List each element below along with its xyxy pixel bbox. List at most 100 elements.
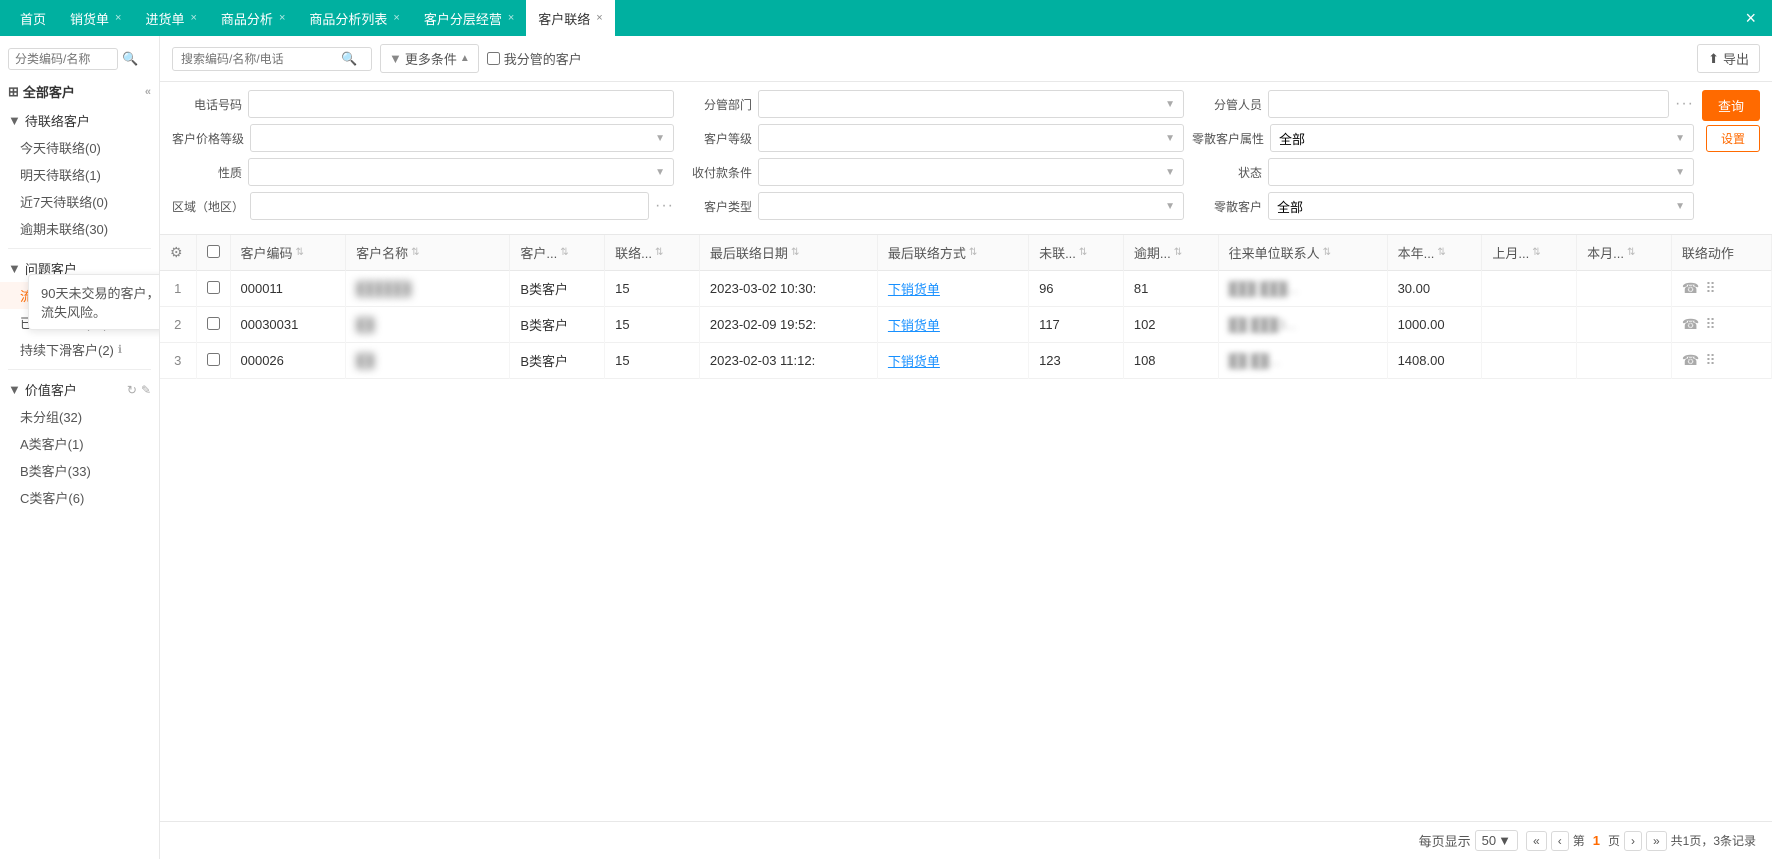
data-table-container: ⚙ 客户编码⇅ 客户名称⇅ 客户...⇅ — [160, 235, 1772, 821]
tab-goods-analysis[interactable]: 商品分析 × — [209, 0, 297, 36]
next-page-button[interactable]: › — [1624, 831, 1642, 851]
filter-cell-payment: 收付款条件 ▼ — [682, 158, 1184, 186]
value-edit-icon[interactable]: ✎ — [141, 383, 151, 397]
prev-page-button[interactable]: ‹ — [1551, 831, 1569, 851]
tab-customer-contact-close[interactable]: × — [596, 12, 602, 24]
my-customer-check[interactable] — [487, 52, 500, 65]
last-page-button[interactable]: » — [1646, 831, 1667, 851]
last-method-sort-icon[interactable]: ⇅ — [969, 247, 977, 258]
tab-goods-analysis-list[interactable]: 商品分析列表 × — [297, 0, 411, 36]
dept-select[interactable]: ▼ — [758, 90, 1184, 118]
overdue-sort-icon[interactable]: ⇅ — [1174, 247, 1182, 258]
filter-more-button[interactable]: ▼ 更多条件 ▲ — [380, 44, 479, 73]
nature-select[interactable]: ▼ — [248, 158, 674, 186]
th-last-method: 最后联络方式⇅ — [877, 235, 1028, 271]
action-contact-icon[interactable]: ☎ — [1682, 352, 1699, 369]
sidebar-search-input[interactable] — [8, 48, 118, 70]
code-sort-icon[interactable]: ⇅ — [296, 247, 304, 258]
sidebar-group-value-header[interactable]: ▼ 价值客户 ↻ ✎ — [0, 376, 159, 403]
sparse-attr-select[interactable]: 全部 ▼ — [1270, 124, 1694, 152]
tab-customer-tier[interactable]: 客户分层经营 × — [412, 0, 526, 36]
row-checkbox-cell[interactable] — [196, 271, 230, 307]
sparse-select[interactable]: 全部 ▼ — [1268, 192, 1694, 220]
sidebar-search-icon[interactable]: 🔍 — [122, 51, 138, 67]
phone-label: 电话号码 — [172, 96, 242, 113]
sidebar-item-today[interactable]: 今天待联络(0) — [0, 134, 159, 161]
action-more-icon[interactable]: ⠿ — [1705, 280, 1715, 297]
sidebar-item-7days[interactable]: 近7天待联络(0) — [0, 188, 159, 215]
pagination-info: 共1页，3条记录 — [1671, 832, 1756, 849]
person-dots[interactable]: ··· — [1675, 95, 1694, 113]
action-contact-icon[interactable]: ☎ — [1682, 316, 1699, 333]
sidebar-all-customers[interactable]: ⊞ 全部客户 « — [0, 78, 159, 105]
settings-gear-icon[interactable]: ⚙ — [170, 244, 183, 260]
row-checkbox-cell[interactable] — [196, 343, 230, 379]
customer-tier-select[interactable]: ▼ — [758, 124, 1184, 152]
sidebar-item-class-c[interactable]: C类客户(6) — [0, 484, 159, 511]
phone-input[interactable] — [248, 90, 674, 118]
tab-goods-analysis-close[interactable]: × — [279, 12, 285, 24]
contacts-sort-icon[interactable]: ⇅ — [655, 247, 663, 258]
status-down-icon: ▼ — [1675, 167, 1685, 178]
row-checkbox[interactable] — [207, 281, 220, 294]
tab-sales-close[interactable]: × — [115, 12, 121, 24]
customer-type-select[interactable]: ▼ — [758, 192, 1184, 220]
sidebar-item-ungrouped[interactable]: 未分组(32) — [0, 403, 159, 430]
row-checkbox[interactable] — [207, 353, 220, 366]
action-more-icon[interactable]: ⠿ — [1705, 352, 1715, 369]
sidebar-item-class-b[interactable]: B类客户(33) — [0, 457, 159, 484]
row-overdue: 108 — [1123, 343, 1218, 379]
price-tier-select[interactable]: ▼ — [250, 124, 674, 152]
declining-info-icon: ℹ — [118, 343, 122, 356]
sidebar-item-declining[interactable]: 持续下滑客户(2) ℹ — [0, 336, 159, 363]
tab-purchase[interactable]: 进货单 × — [133, 0, 208, 36]
last-date-sort-icon[interactable]: ⇅ — [791, 247, 799, 258]
close-window-button[interactable]: × — [1737, 8, 1764, 29]
tab-purchase-close[interactable]: × — [190, 12, 196, 24]
person-select[interactable] — [1268, 90, 1669, 118]
last-method-link[interactable]: 下销货单 — [888, 282, 940, 297]
region-dots[interactable]: ··· — [655, 197, 674, 215]
status-select[interactable]: ▼ — [1268, 158, 1694, 186]
filter-search-input[interactable] — [181, 52, 341, 66]
tab-sales[interactable]: 销货单 × — [58, 0, 133, 36]
unit-contact-sort-icon[interactable]: ⇅ — [1323, 247, 1331, 258]
sidebar-item-tomorrow[interactable]: 明天待联络(1) — [0, 161, 159, 188]
this-year-sort-icon[interactable]: ⇅ — [1437, 247, 1445, 258]
pagination-nav: « ‹ 第 1 页 › » 共1页，3条记录 — [1526, 831, 1756, 851]
first-page-button[interactable]: « — [1526, 831, 1547, 851]
payment-select[interactable]: ▼ — [758, 158, 1184, 186]
tab-customer-tier-close[interactable]: × — [508, 12, 514, 24]
last-month-sort-icon[interactable]: ⇅ — [1532, 247, 1540, 258]
sidebar-group-pending-header[interactable]: ▼ 待联络客户 — [0, 107, 159, 134]
tab-customer-contact[interactable]: 客户联络 × — [526, 0, 614, 36]
my-customer-checkbox[interactable]: 我分管的客户 — [487, 49, 582, 68]
tab-purchase-label: 进货单 — [145, 9, 184, 28]
settings-button[interactable]: 设置 — [1706, 125, 1760, 152]
per-page-select[interactable]: 50 ▼ — [1475, 830, 1518, 851]
query-button[interactable]: 查询 — [1702, 90, 1760, 121]
select-all-checkbox[interactable] — [207, 245, 220, 258]
th-checkbox[interactable] — [196, 235, 230, 271]
name-sort-icon[interactable]: ⇅ — [411, 247, 419, 258]
sidebar-item-overdue[interactable]: 逾期未联络(30) — [0, 215, 159, 242]
sidebar-collapse-btn[interactable]: « — [145, 86, 151, 98]
region-input[interactable] — [250, 192, 649, 220]
type-sort-icon[interactable]: ⇅ — [560, 247, 568, 258]
row-checkbox[interactable] — [207, 317, 220, 330]
action-contact-icon[interactable]: ☎ — [1682, 280, 1699, 297]
last-method-link[interactable]: 下销货单 — [888, 354, 940, 369]
row-unit-contact: ██ ███3... — [1218, 307, 1387, 343]
this-month-sort-icon[interactable]: ⇅ — [1627, 247, 1635, 258]
sidebar-item-class-a[interactable]: A类客户(1) — [0, 430, 159, 457]
value-refresh-icon[interactable]: ↻ — [127, 383, 137, 397]
tab-home[interactable]: 首页 — [8, 0, 58, 36]
row-checkbox-cell[interactable] — [196, 307, 230, 343]
last-method-link[interactable]: 下销货单 — [888, 318, 940, 333]
th-settings[interactable]: ⚙ — [160, 235, 196, 271]
tab-goods-analysis-list-close[interactable]: × — [393, 12, 399, 24]
filter-search-icon[interactable]: 🔍 — [341, 51, 357, 67]
action-more-icon[interactable]: ⠿ — [1705, 316, 1715, 333]
no-contact-sort-icon[interactable]: ⇅ — [1079, 247, 1087, 258]
export-button[interactable]: ⬆ 导出 — [1697, 44, 1760, 73]
